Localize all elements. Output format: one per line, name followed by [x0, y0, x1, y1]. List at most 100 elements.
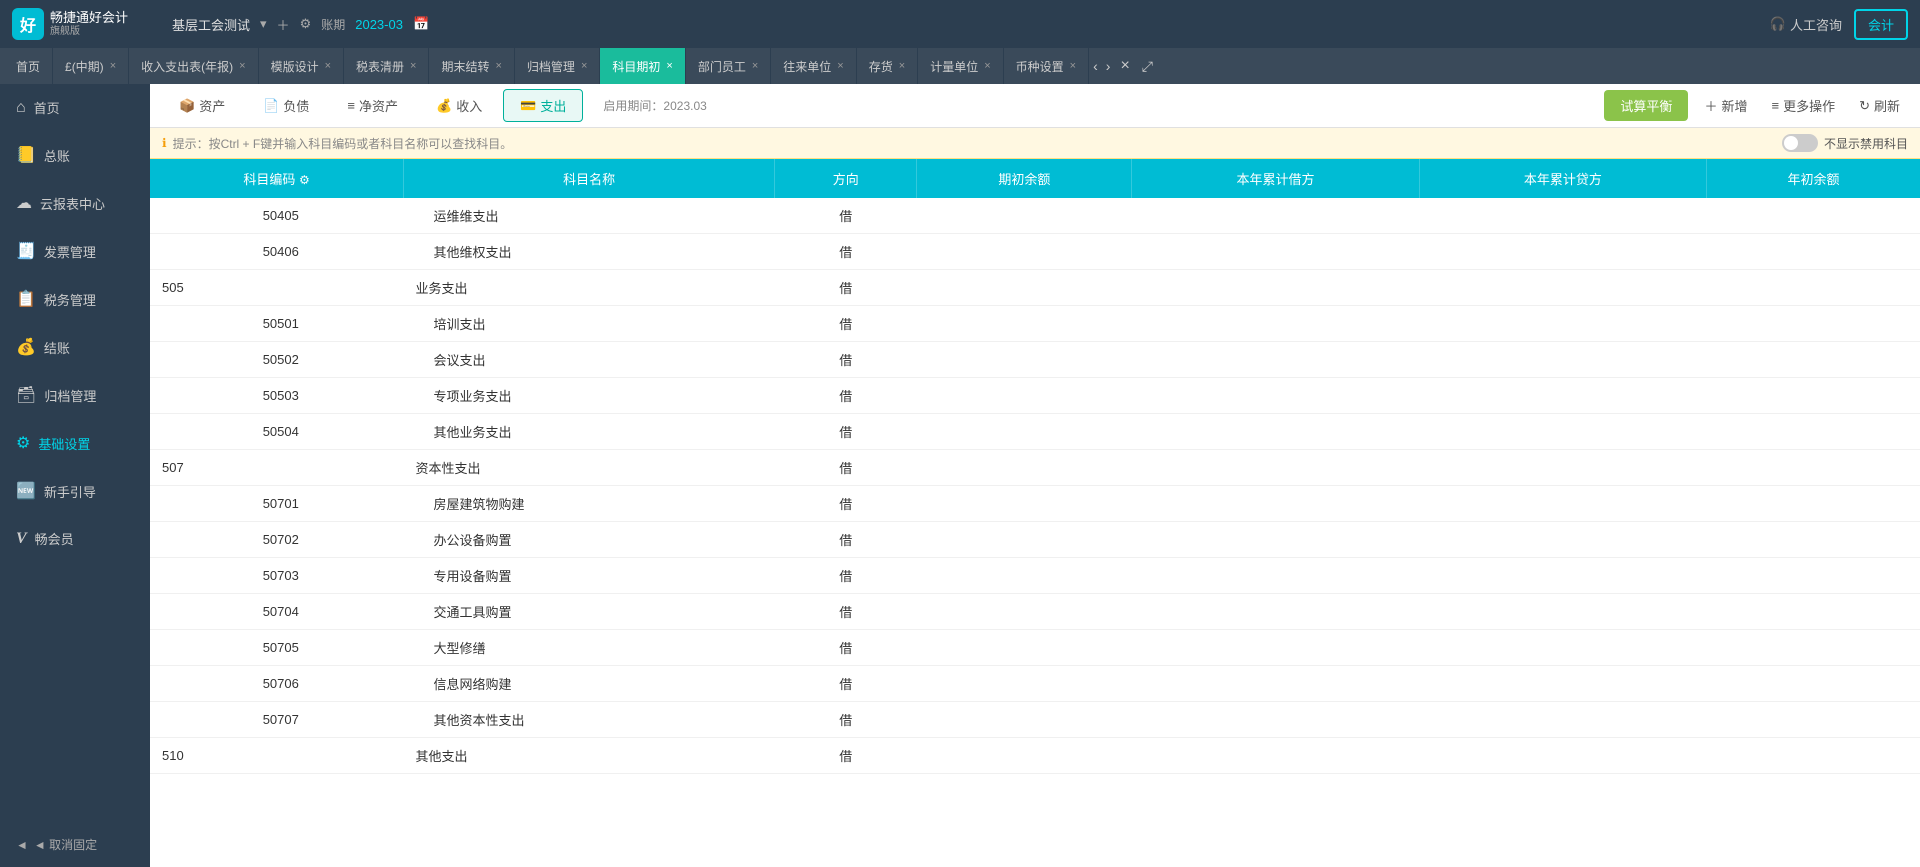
- tab-currency[interactable]: 币种设置 ×: [1004, 48, 1089, 84]
- sidebar-item-invoice[interactable]: 🧾 发票管理: [0, 227, 150, 275]
- sidebar-item-member[interactable]: V 畅会员: [0, 515, 150, 562]
- table-row[interactable]: 50501 培训支出 借: [150, 306, 1920, 342]
- cell-year-opening: [1707, 270, 1920, 306]
- sidebar-item-home[interactable]: ⌂ 首页: [0, 84, 150, 131]
- tab-subject-close[interactable]: ×: [666, 60, 672, 72]
- tab-stock-close[interactable]: ×: [899, 60, 905, 72]
- settings-icon[interactable]: ⚙: [300, 16, 312, 32]
- tab-dept[interactable]: 部门员工 ×: [686, 48, 771, 84]
- sidebar-item-ledger[interactable]: 📒 总账: [0, 131, 150, 179]
- tab-subject[interactable]: 科目期初 ×: [600, 48, 685, 84]
- subtab-income[interactable]: 💰 收入: [419, 89, 499, 122]
- table-row[interactable]: 50704 交通工具购置 借: [150, 594, 1920, 630]
- tab-taxclear-label: 税表清册: [356, 58, 404, 75]
- support-button[interactable]: 🎧 人工咨询: [1770, 15, 1842, 34]
- col-opening: 期初余额: [917, 159, 1132, 198]
- cell-direction: 借: [775, 306, 917, 342]
- kuaiji-button[interactable]: 会计: [1854, 9, 1908, 40]
- table-row[interactable]: 505 业务支出 借: [150, 270, 1920, 306]
- tab-currency-close[interactable]: ×: [1070, 60, 1076, 72]
- tab-archive[interactable]: 归档管理 ×: [515, 48, 600, 84]
- table-row[interactable]: 50504 其他业务支出 借: [150, 414, 1920, 450]
- tab-template-close[interactable]: ×: [325, 60, 331, 72]
- table-row[interactable]: 50405 运维维支出 借: [150, 198, 1920, 234]
- table-row[interactable]: 50502 会议支出 借: [150, 342, 1920, 378]
- tab-taxclear-close[interactable]: ×: [410, 60, 416, 72]
- tab-taxclear[interactable]: 税表清册 ×: [344, 48, 429, 84]
- pin-icon: ◄: [16, 838, 28, 852]
- cell-opening: [917, 738, 1132, 774]
- sidebar-item-guide[interactable]: 🆕 新手引导: [0, 467, 150, 515]
- cell-year-opening: [1707, 594, 1920, 630]
- sidebar: ⌂ 首页 📒 总账 ☁ 云报表中心 🧾 发票管理 📋 税务管理 💰 结账 🗃 归…: [0, 84, 150, 867]
- tab-nav-prev[interactable]: ‹: [1089, 58, 1102, 74]
- add-button[interactable]: ＋ 新增: [1696, 92, 1755, 119]
- more-button[interactable]: ≡ 更多操作: [1763, 92, 1843, 119]
- tab-periodend[interactable]: 期末结转 ×: [429, 48, 514, 84]
- table-row[interactable]: 507 资本性支出 借: [150, 450, 1920, 486]
- archive-icon: 🗃: [16, 385, 36, 405]
- table-row[interactable]: 50703 专用设备购置 借: [150, 558, 1920, 594]
- tab-partner[interactable]: 往来单位 ×: [771, 48, 856, 84]
- refresh-button[interactable]: ↻ 刷新: [1851, 92, 1908, 119]
- tab-dept-close[interactable]: ×: [752, 60, 758, 72]
- cell-ytd-credit: [1419, 594, 1706, 630]
- cell-ytd-credit: [1419, 666, 1706, 702]
- tab-periodend-close[interactable]: ×: [495, 60, 501, 72]
- cell-name: 房屋建筑物购建: [404, 486, 775, 522]
- tab-income-label: 收入支出表(年报): [141, 58, 233, 75]
- tab-home[interactable]: 首页: [4, 48, 53, 84]
- tab-income[interactable]: 收入支出表(年报) ×: [129, 48, 258, 84]
- tab-expand[interactable]: ⤢: [1136, 58, 1159, 75]
- cell-direction: 借: [775, 414, 917, 450]
- table-row[interactable]: 50701 房屋建筑物购建 借: [150, 486, 1920, 522]
- cell-year-opening: [1707, 738, 1920, 774]
- tab-close-all[interactable]: ×: [1114, 57, 1135, 75]
- calc-balance-button[interactable]: 试算平衡: [1604, 90, 1688, 121]
- table-row[interactable]: 50702 办公设备购置 借: [150, 522, 1920, 558]
- sidebar-pin-button[interactable]: ◄ ◄ 取消固定: [0, 822, 150, 867]
- subtab-liability[interactable]: 📄 负债: [246, 89, 326, 122]
- tab-partner-close[interactable]: ×: [837, 60, 843, 72]
- subject-table: 科目编码 ⚙ 科目名称 方向 期初余额 本年累计借方 本年累计贷方 年初余额 5…: [150, 159, 1920, 774]
- tab-interim[interactable]: £(中期) ×: [53, 48, 129, 84]
- calendar-icon[interactable]: 📅: [413, 16, 429, 32]
- tab-unit-close[interactable]: ×: [984, 60, 990, 72]
- tab-interim-close[interactable]: ×: [110, 60, 116, 72]
- sidebar-item-tax[interactable]: 📋 税务管理: [0, 275, 150, 323]
- sidebar-item-settle[interactable]: 💰 结账: [0, 323, 150, 371]
- table-row[interactable]: 50706 信息网络购建 借: [150, 666, 1920, 702]
- subtab-expense[interactable]: 💳 支出: [503, 89, 583, 122]
- col-gear-icon[interactable]: ⚙: [299, 173, 310, 187]
- add-icon: ＋: [1704, 96, 1717, 115]
- subtab-netasset[interactable]: ≡ 净资产: [330, 89, 415, 122]
- tab-template[interactable]: 模版设计 ×: [259, 48, 344, 84]
- table-row[interactable]: 510 其他支出 借: [150, 738, 1920, 774]
- subtab-asset[interactable]: 📦 资产: [162, 89, 242, 122]
- table-row[interactable]: 50406 其他维权支出 借: [150, 234, 1920, 270]
- table-row[interactable]: 50705 大型修缮 借: [150, 630, 1920, 666]
- info-icon: ℹ: [162, 136, 167, 150]
- liability-icon: 📄: [263, 98, 279, 114]
- sidebar-item-reports[interactable]: ☁ 云报表中心: [0, 179, 150, 227]
- tab-unit[interactable]: 计量单位 ×: [918, 48, 1003, 84]
- add-project-icon[interactable]: ＋: [277, 15, 290, 34]
- sidebar-item-archivemgr[interactable]: 🗃 归档管理: [0, 371, 150, 419]
- sidebar-label-guide: 新手引导: [44, 482, 96, 501]
- col-direction: 方向: [775, 159, 917, 198]
- tab-stock[interactable]: 存货 ×: [857, 48, 918, 84]
- more-icon: ≡: [1771, 98, 1779, 113]
- disabled-toggle[interactable]: [1782, 134, 1818, 152]
- dropdown-icon[interactable]: ▾: [260, 16, 267, 32]
- cell-ytd-debit: [1132, 414, 1419, 450]
- sidebar-item-settings[interactable]: ⚙ 基础设置: [0, 419, 150, 467]
- cell-direction: 借: [775, 234, 917, 270]
- tab-income-close[interactable]: ×: [239, 60, 245, 72]
- sidebar-label-archivemgr: 归档管理: [44, 386, 96, 405]
- table-row[interactable]: 50503 专项业务支出 借: [150, 378, 1920, 414]
- cell-ytd-debit: [1132, 666, 1419, 702]
- settings-sidebar-icon: ⚙: [16, 433, 30, 453]
- tab-archive-close[interactable]: ×: [581, 60, 587, 72]
- tab-nav-next[interactable]: ›: [1102, 58, 1115, 74]
- table-row[interactable]: 50707 其他资本性支出 借: [150, 702, 1920, 738]
